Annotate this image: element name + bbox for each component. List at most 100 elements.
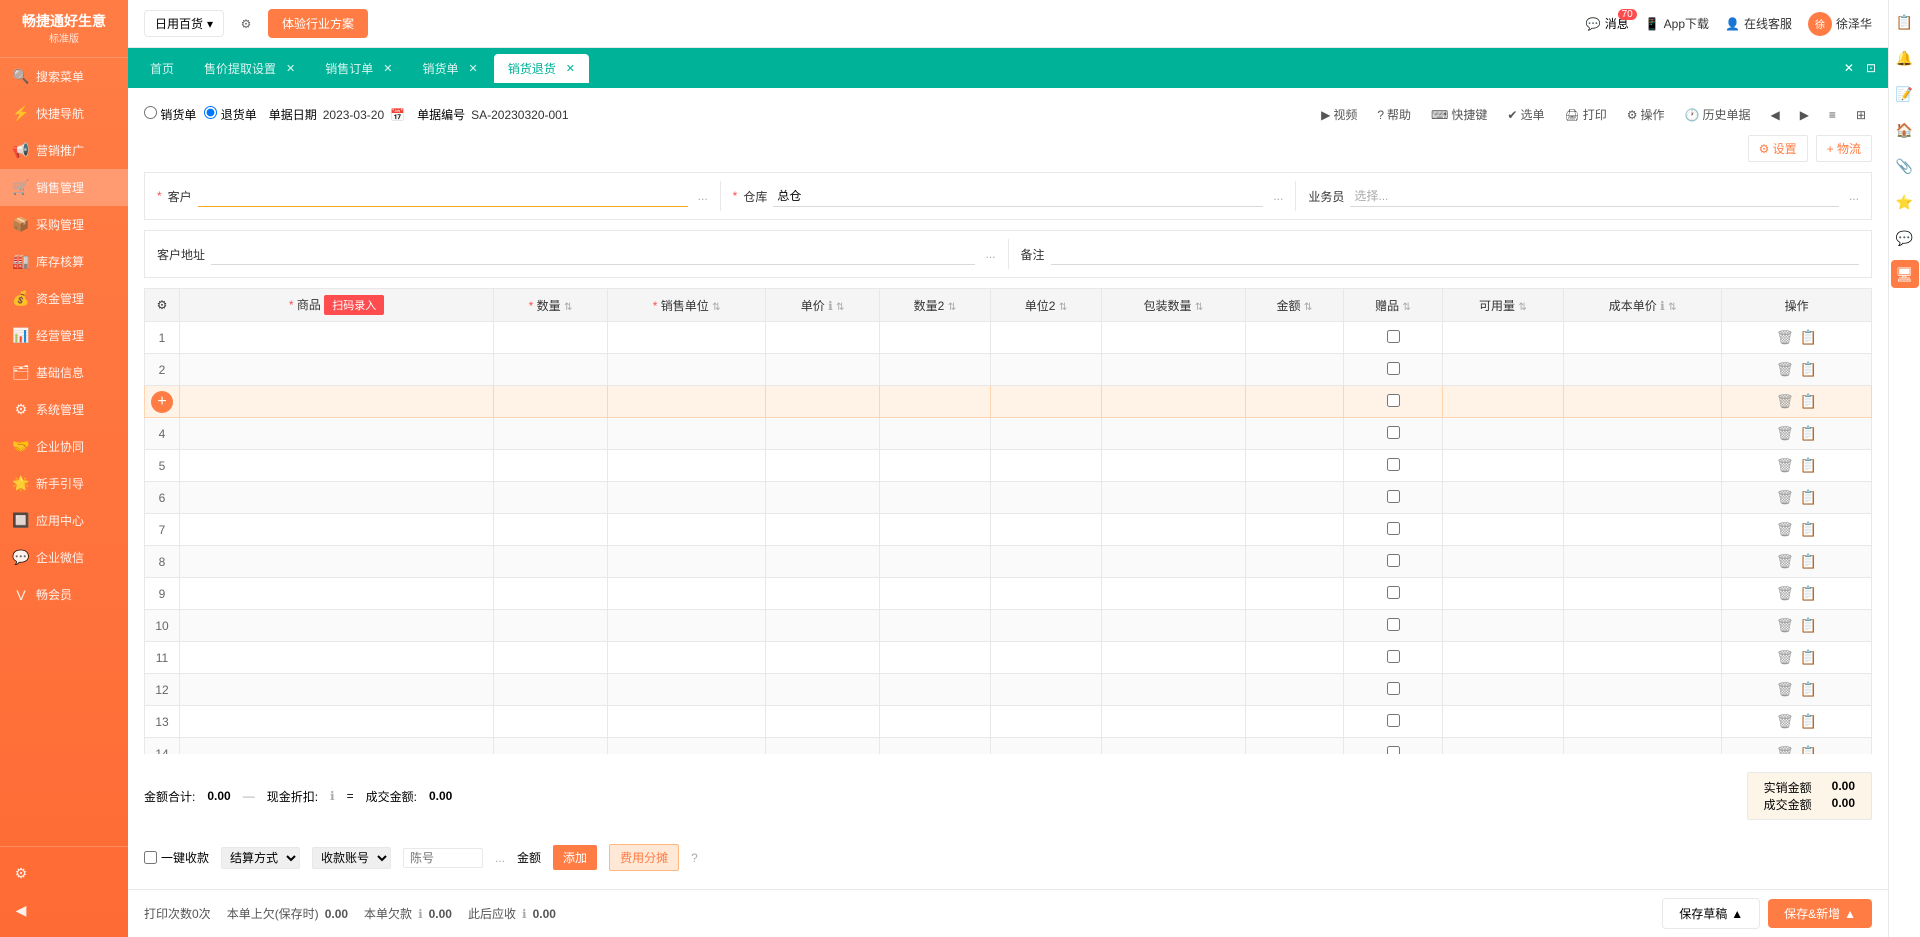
grid-view-btn[interactable]: ⊞ xyxy=(1850,106,1872,124)
payment-account-select[interactable]: 收款账号 xyxy=(312,847,391,869)
one-click-label[interactable]: 一键收款 xyxy=(144,849,209,866)
qty-cell[interactable] xyxy=(494,386,608,418)
unit-sort-icon[interactable]: ⇅ xyxy=(712,302,720,313)
unit-cell[interactable] xyxy=(607,322,766,354)
radio-delivery[interactable]: 销货单 xyxy=(144,106,196,123)
qty2-sort-icon[interactable]: ⇅ xyxy=(948,302,956,313)
customer-picker[interactable]: ... xyxy=(698,189,708,203)
tab-sales-order-close[interactable]: ✕ xyxy=(383,62,392,75)
cost-sort-icon[interactable]: ⇅ xyxy=(1668,302,1676,313)
panel-icon-5[interactable]: 📎 xyxy=(1891,152,1919,180)
unit2-cell[interactable] xyxy=(990,322,1101,354)
unit-cell[interactable] xyxy=(607,386,766,418)
qty2-cell[interactable] xyxy=(879,354,990,386)
delete-icon[interactable]: 🗑 xyxy=(1776,585,1794,602)
product-cell[interactable] xyxy=(180,354,494,386)
cost-price-cell[interactable] xyxy=(1563,386,1721,418)
payment-method-select[interactable]: 结算方式 xyxy=(221,847,300,869)
product-input[interactable] xyxy=(186,395,487,409)
one-click-checkbox[interactable] xyxy=(144,851,157,864)
gift-cell[interactable] xyxy=(1344,386,1443,418)
copy-icon[interactable]: 📋 xyxy=(1800,521,1817,538)
gift-checkbox[interactable] xyxy=(1387,330,1400,343)
panel-icon-2[interactable]: 🔔 xyxy=(1891,44,1919,72)
remark-input[interactable] xyxy=(1051,243,1859,265)
tab-sales-delivery[interactable]: 销货单 ✕ xyxy=(408,54,491,83)
gift-sort-icon[interactable]: ⇅ xyxy=(1403,302,1411,313)
sidebar-item-member[interactable]: V 畅会员 xyxy=(0,576,128,613)
copy-icon[interactable]: 📋 xyxy=(1800,329,1817,346)
next-btn[interactable]: ▶ xyxy=(1794,106,1815,124)
sidebar-item-guide[interactable]: 🌟 新手引导 xyxy=(0,465,128,502)
delete-icon[interactable]: 🗑 xyxy=(1776,393,1794,410)
sidebar-collapse-btn[interactable]: ◀ xyxy=(0,892,128,929)
delete-icon[interactable]: 🗑 xyxy=(1776,745,1794,754)
tab-close-all-btn[interactable]: ✕ xyxy=(1840,59,1858,77)
sidebar-item-system[interactable]: ⚙ 系统管理 xyxy=(0,391,128,428)
panel-icon-4[interactable]: 🏠 xyxy=(1891,116,1919,144)
qty2-cell[interactable] xyxy=(879,322,990,354)
price-cell[interactable] xyxy=(766,386,879,418)
sidebar-item-apps[interactable]: 🔲 应用中心 xyxy=(0,502,128,539)
tab-home[interactable]: 首页 xyxy=(136,54,188,83)
delete-icon[interactable]: 🗑 xyxy=(1776,425,1794,442)
amount-cell[interactable] xyxy=(1245,386,1344,418)
app-download-btn[interactable]: 📱 App下载 xyxy=(1645,15,1709,32)
daily-goods-selector[interactable]: 日用百货 ▾ xyxy=(144,10,224,37)
unit2-cell[interactable] xyxy=(990,386,1101,418)
radio-return-input[interactable] xyxy=(204,106,217,119)
customer-service-btn[interactable]: 👤 在线客服 xyxy=(1725,15,1792,32)
sidebar-item-operations[interactable]: 📊 经营管理 xyxy=(0,317,128,354)
copy-icon[interactable]: 📋 xyxy=(1800,713,1817,730)
copy-icon[interactable]: 📋 xyxy=(1800,393,1817,410)
unit2-cell[interactable] xyxy=(990,354,1101,386)
sidebar-item-finance[interactable]: 💰 资金管理 xyxy=(0,280,128,317)
delete-icon[interactable]: 🗑 xyxy=(1776,681,1794,698)
tab-sales-return-close[interactable]: ✕ xyxy=(566,62,575,75)
delete-icon[interactable]: 🗑 xyxy=(1776,553,1794,570)
unit2-sort-icon[interactable]: ⇅ xyxy=(1059,302,1067,313)
sidebar-item-inventory[interactable]: 🏭 库存核算 xyxy=(0,243,128,280)
available-sort-icon[interactable]: ⇅ xyxy=(1518,302,1526,313)
available-cell[interactable] xyxy=(1442,386,1563,418)
sidebar-item-enterprise[interactable]: 🤝 企业协同 xyxy=(0,428,128,465)
copy-icon[interactable]: 📋 xyxy=(1800,617,1817,634)
pkg-sort-icon[interactable]: ⇅ xyxy=(1195,302,1203,313)
available-cell[interactable] xyxy=(1442,354,1563,386)
print-btn[interactable]: 🖨 打印 xyxy=(1558,104,1612,125)
sidebar-item-purchase[interactable]: 📦 采购管理 xyxy=(0,206,128,243)
delete-icon[interactable]: 🗑 xyxy=(1776,617,1794,634)
gift-cell[interactable] xyxy=(1344,322,1443,354)
panel-icon-3[interactable]: 📝 xyxy=(1891,80,1919,108)
add-btn[interactable]: 添加 xyxy=(553,845,597,870)
list-view-btn[interactable]: ≡ xyxy=(1823,106,1842,124)
cost-price-cell[interactable] xyxy=(1563,354,1721,386)
address-picker[interactable]: ... xyxy=(985,247,995,261)
sidebar-item-marketing[interactable]: 📢 营销推广 xyxy=(0,132,128,169)
price-cell[interactable] xyxy=(766,354,879,386)
sidebar-item-search[interactable]: 🔍 搜索菜单 xyxy=(0,58,128,95)
panel-icon-6[interactable]: ⭐ xyxy=(1891,188,1919,216)
customer-input[interactable] xyxy=(198,185,688,207)
shortcut-btn[interactable]: ⌨ 快捷键 xyxy=(1425,104,1493,125)
panel-icon-8[interactable]: 🖥 xyxy=(1891,260,1919,288)
video-btn[interactable]: ▶ 视频 xyxy=(1315,104,1363,125)
operate-btn[interactable]: ⚙ 操作 xyxy=(1621,104,1671,125)
delete-icon[interactable]: 🗑 xyxy=(1776,489,1794,506)
panel-icon-7[interactable]: 💬 xyxy=(1891,224,1919,252)
tab-restore-btn[interactable]: ⊡ xyxy=(1862,59,1880,77)
qty-cell[interactable] xyxy=(494,322,608,354)
sidebar-item-sales[interactable]: 🛒 销售管理 xyxy=(0,169,128,206)
pkg-qty-cell[interactable] xyxy=(1102,386,1246,418)
qty-sort-icon[interactable]: ⇅ xyxy=(564,302,572,313)
copy-icon[interactable]: 📋 xyxy=(1800,649,1817,666)
gift-checkbox[interactable] xyxy=(1387,362,1400,375)
scan-btn[interactable]: 扫码录入 xyxy=(324,295,384,315)
tab-sales-return[interactable]: 销货退货 ✕ xyxy=(494,54,589,83)
save-draft-btn[interactable]: 保存草稿 ▲ xyxy=(1662,898,1760,929)
delete-icon[interactable]: 🗑 xyxy=(1776,329,1794,346)
amount-sort-icon[interactable]: ⇅ xyxy=(1304,302,1312,313)
save-new-btn[interactable]: 保存&新增 ▲ xyxy=(1768,899,1872,928)
pkg-qty-cell[interactable] xyxy=(1102,322,1246,354)
pkg-qty-cell[interactable] xyxy=(1102,354,1246,386)
